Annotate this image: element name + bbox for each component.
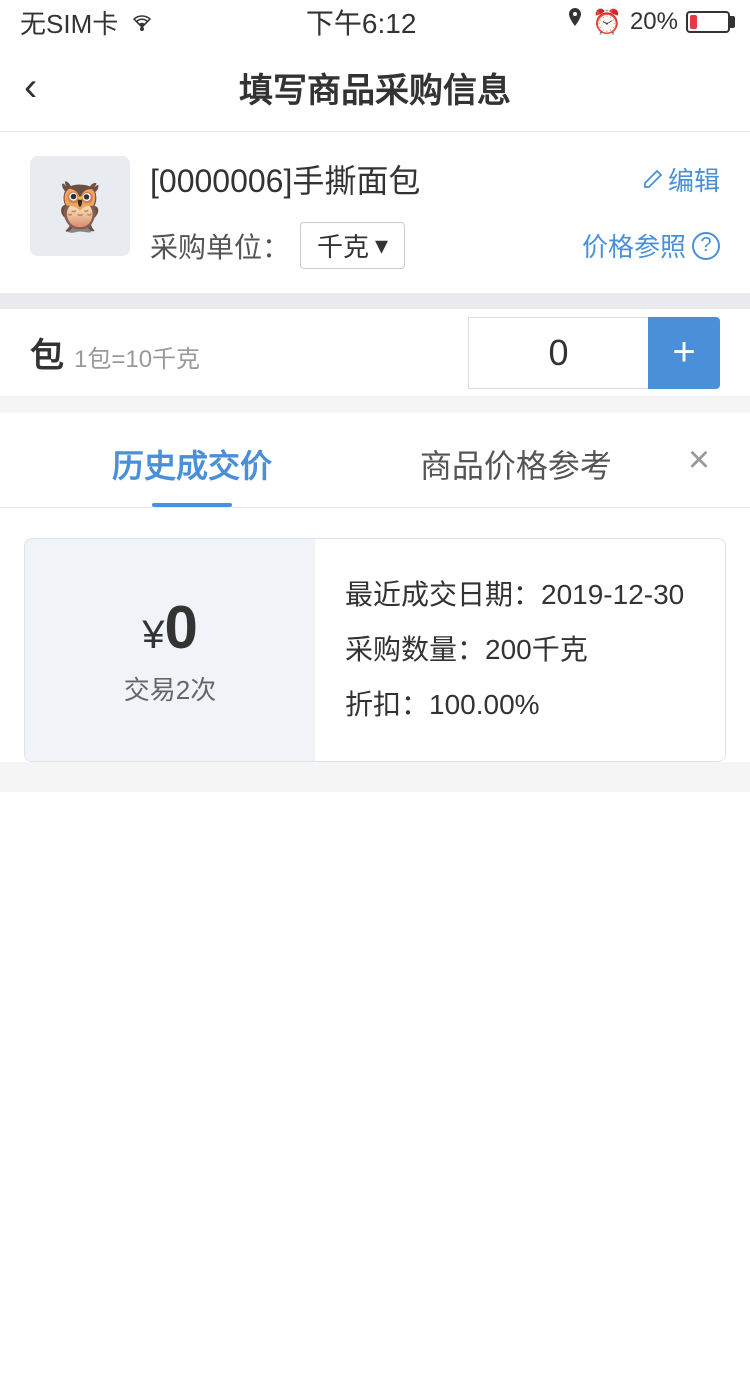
content-area: [0, 792, 750, 1392]
purchase-qty-row: 采购数量：200千克: [345, 630, 695, 669]
alarm-icon: ⏰: [592, 8, 622, 37]
product-name: [0000006]手撕面包: [150, 156, 420, 202]
unit-select-dropdown[interactable]: 千克 ▾: [300, 222, 405, 269]
price-card: ¥0 交易2次 最近成交日期：2019-12-30 采购数量：200千克 折扣：…: [24, 538, 726, 762]
purchase-unit-row: 采购单位： 千克 ▾ 价格参照 ?: [150, 222, 720, 269]
product-name-row: [0000006]手撕面包 编辑: [150, 156, 720, 202]
back-button[interactable]: ‹: [24, 65, 37, 110]
help-icon: ?: [692, 232, 720, 260]
status-right: ⏰ 20%: [566, 8, 730, 37]
battery-icon: [686, 11, 730, 33]
wifi-icon: [128, 7, 156, 38]
tab-close-button[interactable]: ×: [678, 441, 720, 479]
status-left: 无SIM卡: [20, 4, 156, 41]
edit-button[interactable]: 编辑: [642, 161, 720, 198]
page-title: 填写商品采购信息: [239, 63, 511, 112]
recent-date-row: 最近成交日期：2019-12-30: [345, 575, 695, 614]
quantity-input[interactable]: [468, 317, 648, 389]
location-icon: [566, 8, 584, 37]
quantity-label: 包 1包=10千克: [30, 328, 468, 377]
status-bar: 无SIM卡 下午6:12 ⏰ 20%: [0, 0, 750, 44]
product-section: 🦉 [0000006]手撕面包 编辑 采购单位： 千克 ▾: [0, 132, 750, 293]
tab-history-price[interactable]: 历史成交价: [30, 413, 354, 507]
purchase-unit-label: 采购单位：: [150, 226, 290, 266]
nav-bar: ‹ 填写商品采购信息: [0, 44, 750, 132]
quantity-unit: 包: [30, 328, 64, 377]
product-logo-icon: 🦉: [50, 178, 110, 235]
quantity-row: 包 1包=10千克 +: [0, 309, 750, 397]
status-time: 下午6:12: [306, 2, 417, 42]
carrier-text: 无SIM卡: [20, 4, 118, 41]
product-row: 🦉 [0000006]手撕面包 编辑 采购单位： 千克 ▾: [30, 156, 720, 269]
battery-percent: 20%: [630, 8, 678, 36]
section-divider: [0, 293, 750, 309]
price-card-right: 最近成交日期：2019-12-30 采购数量：200千克 折扣：100.00%: [315, 539, 725, 761]
discount-row: 折扣：100.00%: [345, 685, 695, 724]
product-details: [0000006]手撕面包 编辑 采购单位： 千克 ▾ 价格: [150, 156, 720, 269]
tab-section: 历史成交价 商品价格参考 × ¥0 交易2次 最近成交日期：2019-12-30…: [0, 413, 750, 762]
tab-product-price-ref[interactable]: 商品价格参考: [354, 413, 678, 507]
transaction-count: 交易2次: [124, 670, 216, 707]
quantity-plus-button[interactable]: +: [648, 317, 720, 389]
quantity-conversion: 1包=10千克: [74, 339, 200, 374]
product-thumbnail: 🦉: [30, 156, 130, 256]
price-reference-link[interactable]: 价格参照 ?: [582, 227, 720, 264]
price-card-left: ¥0 交易2次: [25, 539, 315, 761]
currency-symbol: ¥: [142, 613, 164, 657]
dropdown-arrow: ▾: [375, 230, 388, 261]
tab-active-indicator: [152, 503, 232, 507]
quantity-input-group: +: [468, 317, 720, 389]
purchase-unit-left: 采购单位： 千克 ▾: [150, 222, 405, 269]
price-amount: ¥0: [142, 593, 198, 662]
tab-bar: 历史成交价 商品价格参考 ×: [0, 413, 750, 508]
